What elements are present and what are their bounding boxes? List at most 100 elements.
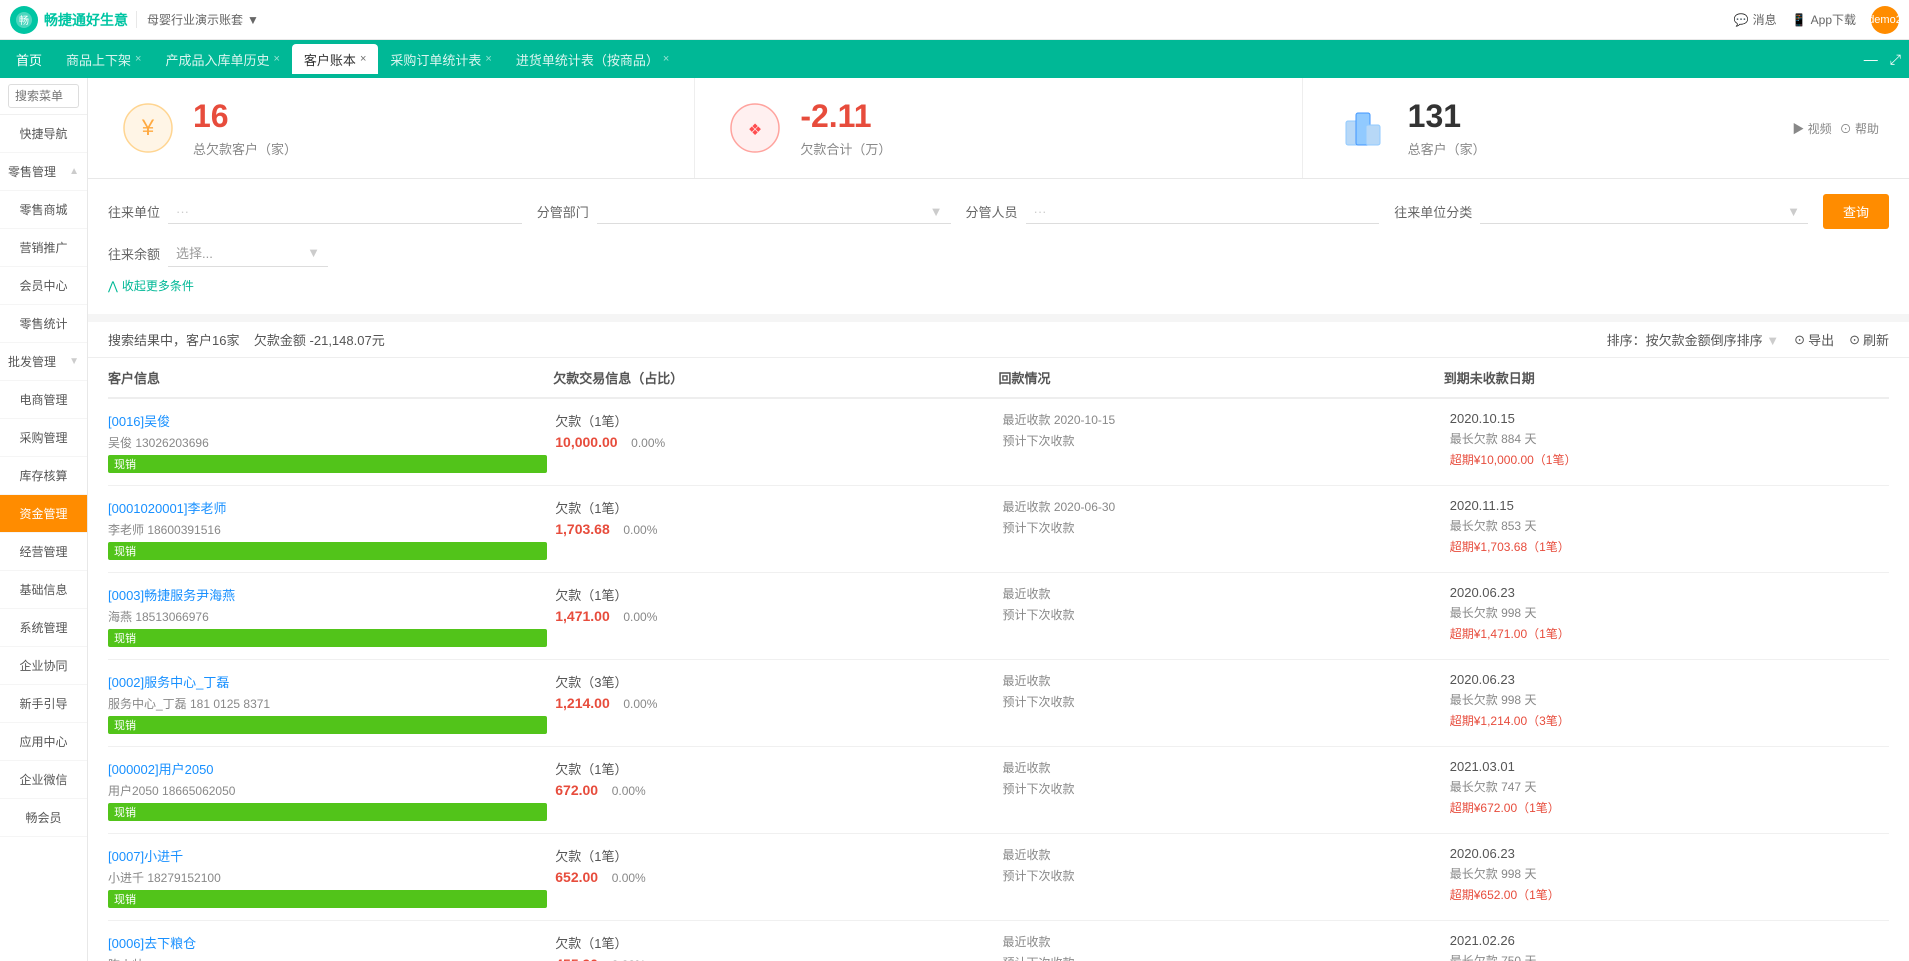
logo-area: 畅 畅捷通好生意 <box>10 6 128 34</box>
sidebar-item-retail-stats[interactable]: 零售统计 <box>0 305 87 343</box>
table-row-content: [0003]畅捷服务尹海燕 海燕 18513066976 现销 欠款（1笔） 1… <box>108 585 1889 647</box>
sidebar-item-app-center[interactable]: 应用中心 <box>0 723 87 761</box>
next-collect-3: 预计下次收款 <box>1003 693 1442 710</box>
filter-unit-category-select[interactable]: ▼ <box>1480 200 1808 224</box>
debt-amount-0[interactable]: 10,000.00 <box>555 434 617 450</box>
filter-dept-select[interactable]: ▼ <box>597 200 951 224</box>
customer-name-5[interactable]: [0007]小进千 <box>108 846 547 865</box>
sidebar-item-enterprise[interactable]: 企业协同 <box>0 647 87 685</box>
tab-maximize-button[interactable]: ⤢ <box>1886 51 1905 68</box>
tab-close-icon[interactable]: × <box>135 53 141 65</box>
help-link[interactable]: ⊙ 帮助 <box>1840 120 1879 137</box>
sidebar-item-ecommerce[interactable]: 电商管理 <box>0 381 87 419</box>
filter-source-unit-input[interactable]: ··· <box>168 200 522 224</box>
tab-close-icon[interactable]: × <box>663 53 669 65</box>
debt-amount-1[interactable]: 1,703.68 <box>555 521 610 537</box>
customer-name-0[interactable]: [0016]吴俊 <box>108 411 547 430</box>
sidebar-item-purchase[interactable]: 采购管理 <box>0 419 87 457</box>
debt-amount-3[interactable]: 1,214.00 <box>555 695 610 711</box>
card-label-3: 总客户（家） <box>1408 139 1778 158</box>
debt-amount-6[interactable]: 455.90 <box>555 956 598 961</box>
customer-phone-5: 小进千 18279152100 <box>108 869 547 886</box>
sidebar-item-retail-mgmt[interactable]: 零售管理 ▲ <box>0 153 87 191</box>
collapse-button[interactable]: ⋀ 收起更多条件 <box>108 277 1889 294</box>
overdue-amount-3[interactable]: 超期¥1,214.00（3笔） <box>1450 712 1889 729</box>
messages-button[interactable]: 💬 消息 <box>1734 11 1777 28</box>
filter-person-input[interactable]: ··· <box>1026 200 1380 224</box>
tab-product-shelf[interactable]: 商品上下架 × <box>54 44 153 74</box>
overdue-days-0: 最长欠款 884 天 <box>1450 430 1889 447</box>
card-content-2: -2.11 欠款合计（万） <box>800 98 1271 158</box>
sidebar-item-inventory[interactable]: 库存核算 <box>0 457 87 495</box>
debt-amount-4[interactable]: 672.00 <box>555 782 598 798</box>
sidebar-item-marketing[interactable]: 营销推广 <box>0 229 87 267</box>
tab-close-icon[interactable]: × <box>273 53 279 65</box>
video-link[interactable]: ▶ 视频 <box>1792 120 1831 137</box>
overdue-info-2: 2020.06.23 最长欠款 998 天 超期¥1,471.00（1笔） <box>1450 585 1889 642</box>
header-customer-info: 客户信息 <box>108 368 553 387</box>
export-button[interactable]: ⊙ 导出 <box>1794 330 1834 349</box>
customer-name-2[interactable]: [0003]畅捷服务尹海燕 <box>108 585 547 604</box>
sidebar-item-new-guide[interactable]: 新手引导 <box>0 685 87 723</box>
main-layout: 快捷导航 零售管理 ▲ 零售商城 营销推广 会员中心 零售统计 批发管理 ▼ 电… <box>0 78 1909 961</box>
table-row: [0003]畅捷服务尹海燕 海燕 18513066976 现销 欠款（1笔） 1… <box>108 573 1889 660</box>
sidebar-item-batch-mgmt[interactable]: 批发管理 ▼ <box>0 343 87 381</box>
filter-source-unit-label: 往来单位 <box>108 202 160 221</box>
customer-name-6[interactable]: [0006]去下粮仓 <box>108 933 547 952</box>
overdue-amount-4[interactable]: 超期¥672.00（1笔） <box>1450 799 1889 816</box>
tab-close-icon[interactable]: × <box>360 53 366 65</box>
overdue-amount-5[interactable]: 超期¥652.00（1笔） <box>1450 886 1889 903</box>
recent-collect-4: 最近收款 <box>1003 759 1442 776</box>
customer-name-3[interactable]: [0002]服务中心_丁磊 <box>108 672 547 691</box>
customer-name-1[interactable]: [0001020001]李老师 <box>108 498 547 517</box>
debt-percent-5: 0.00% <box>612 871 646 885</box>
customer-info-3: [0002]服务中心_丁磊 服务中心_丁磊 181 0125 8371 现销 <box>108 672 547 734</box>
debt-amount-5[interactable]: 652.00 <box>555 869 598 885</box>
sidebar-item-member[interactable]: 会员中心 <box>0 267 87 305</box>
sidebar-item-enterprise-wechat[interactable]: 企业微信 <box>0 761 87 799</box>
debt-amount-2[interactable]: 1,471.00 <box>555 608 610 624</box>
filter-balance-select[interactable]: 选择... ▼ <box>168 239 328 267</box>
filter-dept: 分管部门 ▼ <box>537 200 951 224</box>
customer-tag-0: 现销 <box>108 455 547 473</box>
overdue-amount-1[interactable]: 超期¥1,703.68（1笔） <box>1450 538 1889 555</box>
tab-minimize-button[interactable]: — <box>1860 51 1882 68</box>
tab-product-warehouse[interactable]: 产成品入库单历史 × <box>153 44 291 74</box>
debt-percent-1: 0.00% <box>623 523 657 537</box>
tab-customer-account[interactable]: 客户账本 × <box>292 44 378 74</box>
search-button[interactable]: 查询 <box>1823 194 1889 229</box>
user-avatar-button[interactable]: demo2 <box>1871 6 1899 34</box>
overdue-info-0: 2020.10.15 最长欠款 884 天 超期¥10,000.00（1笔） <box>1450 411 1889 468</box>
sidebar-item-basic-info[interactable]: 基础信息 <box>0 571 87 609</box>
tab-home[interactable]: 首页 <box>4 44 54 74</box>
overdue-days-2: 最长欠款 998 天 <box>1450 604 1889 621</box>
debt-info-0: 欠款（1笔） 10,000.00 0.00% <box>555 411 994 450</box>
overdue-info-4: 2021.03.01 最长欠款 747 天 超期¥672.00（1笔） <box>1450 759 1889 816</box>
results-info: 搜索结果中，客户16家 欠款金额 -21,148.07元 <box>108 330 385 349</box>
refresh-button[interactable]: ⊙ 刷新 <box>1849 330 1889 349</box>
sidebar-item-quick-nav[interactable]: 快捷导航 <box>0 115 87 153</box>
sidebar-item-member-vip[interactable]: 畅会员 <box>0 799 87 837</box>
customer-tag-3: 现销 <box>108 716 547 734</box>
sidebar-item-system[interactable]: 系统管理 <box>0 609 87 647</box>
sidebar-item-finance[interactable]: 资金管理 <box>0 495 87 533</box>
search-input[interactable] <box>8 84 79 108</box>
customer-name-4[interactable]: [000002]用户2050 <box>108 759 547 778</box>
app-download-button[interactable]: 📱 App下载 <box>1792 11 1856 28</box>
export-icon: ⊙ <box>1794 332 1805 348</box>
summary-card-1: ¥ 16 总欠款客户（家） <box>88 78 695 178</box>
overdue-amount-2[interactable]: 超期¥1,471.00（1笔） <box>1450 625 1889 642</box>
customer-tag-4: 现销 <box>108 803 547 821</box>
collapse-icon: ⋀ <box>108 279 118 293</box>
table-row-content: [000002]用户2050 用户2050 18665062050 现销 欠款（… <box>108 759 1889 821</box>
tab-close-icon[interactable]: × <box>485 53 491 65</box>
card-content-1: 16 总欠款客户（家） <box>193 98 664 158</box>
overdue-amount-0[interactable]: 超期¥10,000.00（1笔） <box>1450 451 1889 468</box>
overdue-info-5: 2020.06.23 最长欠款 998 天 超期¥652.00（1笔） <box>1450 846 1889 903</box>
sidebar-item-retail-mall[interactable]: 零售商城 <box>0 191 87 229</box>
tab-purchase-order[interactable]: 采购订单统计表 × <box>378 44 503 74</box>
store-name: 母婴行业演示账套 <box>147 11 243 28</box>
sidebar-item-operations[interactable]: 经营管理 <box>0 533 87 571</box>
tab-purchase-stats[interactable]: 进货单统计表（按商品） × <box>504 44 681 74</box>
store-selector[interactable]: 母婴行业演示账套 ▼ <box>136 11 259 28</box>
